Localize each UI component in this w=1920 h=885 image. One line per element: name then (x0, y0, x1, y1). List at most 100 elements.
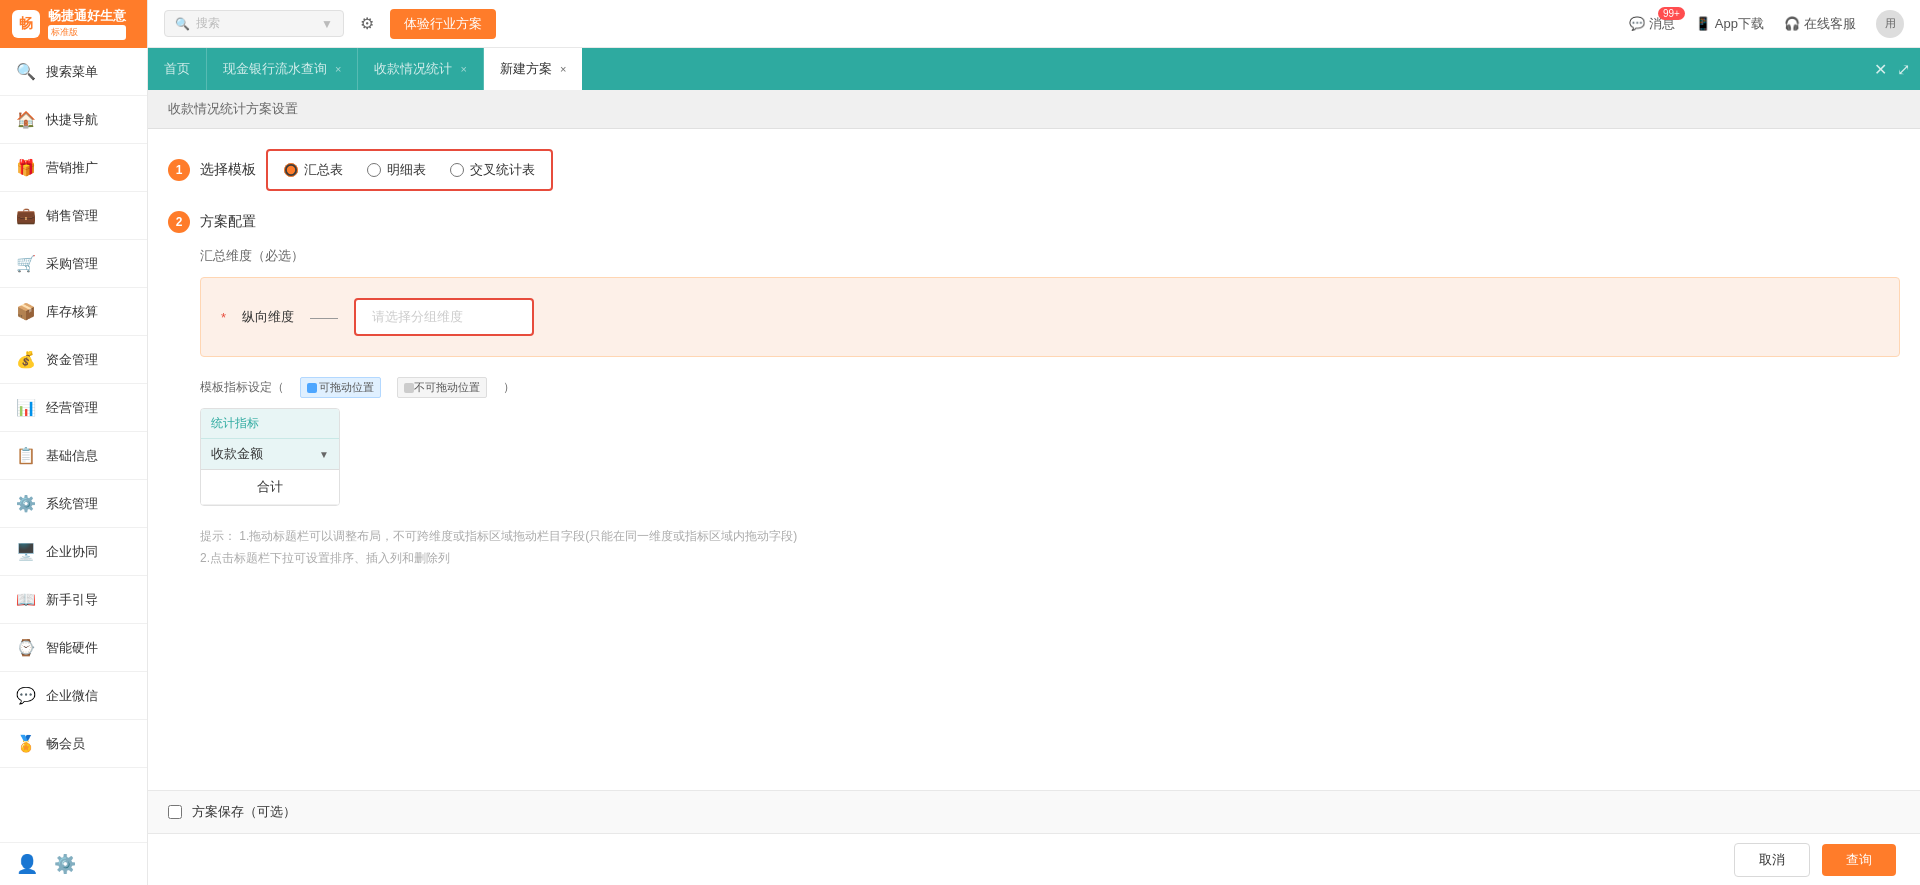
sidebar-item-marketing[interactable]: 🎁 营销推广 (0, 144, 147, 192)
search-icon-header: 🔍 (175, 17, 190, 31)
online-service-label: 在线客服 (1804, 15, 1856, 33)
step2-section: 2 方案配置 汇总维度（必选） * 纵向维度 —— 请选择分组维度 (168, 211, 1900, 569)
gear-button[interactable]: ⚙ (360, 14, 374, 33)
sidebar-item-operation[interactable]: 📊 经营管理 (0, 384, 147, 432)
collab-icon: 🖥️ (16, 542, 36, 561)
message-action[interactable]: 💬 消息 99+ (1629, 15, 1675, 33)
gift-icon: 🎁 (16, 158, 36, 177)
tab-bank-flow-close[interactable]: × (335, 63, 341, 75)
sidebar-item-sales[interactable]: 💼 销售管理 (0, 192, 147, 240)
window-maximize-btn[interactable]: ⤢ (1897, 60, 1910, 79)
metrics-section: 模板指标设定（ 可拖动位置 不可拖动位置 ） (200, 377, 1900, 506)
sidebar-label-finance: 资金管理 (46, 351, 98, 369)
member-icon: 🏅 (16, 734, 36, 753)
step2-header: 2 方案配置 (168, 211, 1900, 233)
tab-bank-flow[interactable]: 现金银行流水查询 × (207, 48, 358, 90)
radio-detail[interactable]: 明细表 (367, 161, 426, 179)
sidebar-label-purchase: 采购管理 (46, 255, 98, 273)
metrics-table: 统计指标 收款金额 ▼ 合计 (200, 408, 1900, 506)
save-label[interactable]: 方案保存（可选） (192, 803, 296, 821)
dropdown-arrow-icon[interactable]: ▼ (319, 449, 329, 460)
operation-icon: 📊 (16, 398, 36, 417)
tab-new-plan-label: 新建方案 (500, 60, 552, 78)
app-icon: 📱 (1695, 16, 1711, 31)
save-section: 方案保存（可选） (148, 790, 1920, 833)
sidebar-label-search: 搜索菜单 (46, 63, 98, 81)
dim-placeholder-text: 请选择分组维度 (372, 309, 463, 324)
industry-btn[interactable]: 体验行业方案 (390, 9, 496, 39)
sidebar-item-system[interactable]: ⚙️ 系统管理 (0, 480, 147, 528)
tab-collection-stat[interactable]: 收款情况统计 × (358, 48, 483, 90)
purchase-icon: 🛒 (16, 254, 36, 273)
sidebar-item-collab[interactable]: 🖥️ 企业协同 (0, 528, 147, 576)
logo-main-text: 畅捷通好生意 (48, 8, 126, 24)
sidebar-label-inventory: 库存核算 (46, 303, 98, 321)
radio-summary-input[interactable] (284, 163, 298, 177)
logo-badge: 标准版 (48, 25, 126, 40)
sidebar-item-hardware[interactable]: ⌚ 智能硬件 (0, 624, 147, 672)
tab-home-label: 首页 (164, 60, 190, 78)
tab-new-plan[interactable]: 新建方案 × (484, 48, 582, 90)
draggable-tag: 可拖动位置 (300, 377, 381, 398)
sidebar-item-purchase[interactable]: 🛒 采购管理 (0, 240, 147, 288)
page-breadcrumb: 收款情况统计方案设置 (148, 90, 1920, 129)
cancel-button[interactable]: 取消 (1734, 843, 1810, 877)
logo-icon: 畅 (12, 10, 40, 38)
sidebar-bottom-icon2[interactable]: ⚙️ (54, 853, 76, 875)
radio-summary[interactable]: 汇总表 (284, 161, 343, 179)
metrics-config-label: 模板指标设定（ (200, 379, 284, 396)
tab-collection-stat-close[interactable]: × (460, 63, 466, 75)
sidebar-bottom-icon1[interactable]: 👤 (16, 853, 38, 875)
header-search-box[interactable]: 🔍 搜索 ▼ (164, 10, 344, 37)
stats-box-header: 统计指标 (201, 409, 339, 439)
window-close-btn[interactable]: ✕ (1874, 60, 1887, 79)
online-service-action[interactable]: 🎧 在线客服 (1784, 15, 1856, 33)
sidebar-label-member: 畅会员 (46, 735, 85, 753)
step2-num: 2 (168, 211, 190, 233)
finance-icon: 💰 (16, 350, 36, 369)
tab-home[interactable]: 首页 (148, 48, 207, 90)
tab-new-plan-close[interactable]: × (560, 63, 566, 75)
sidebar-logo: 畅 畅捷通好生意 标准版 (0, 0, 147, 48)
sidebar-label-system: 系统管理 (46, 495, 98, 513)
sidebar-item-newbie[interactable]: 📖 新手引导 (0, 576, 147, 624)
inventory-icon: 📦 (16, 302, 36, 321)
tip-2: 2.点击标题栏下拉可设置排序、插入列和删除列 (200, 548, 1900, 570)
user-avatar[interactable]: 用 (1876, 10, 1904, 38)
sidebar-label-basic: 基础信息 (46, 447, 98, 465)
step1-title: 选择模板 (200, 161, 256, 179)
radio-summary-label: 汇总表 (304, 161, 343, 179)
metrics-col-header[interactable]: 收款金额 ▼ (201, 439, 339, 470)
tip-1: 提示： 1.拖动标题栏可以调整布局，不可跨维度或指标区域拖动栏目字段(只能在同一… (200, 526, 1900, 548)
sidebar-item-basic[interactable]: 📋 基础信息 (0, 432, 147, 480)
radio-detail-input[interactable] (367, 163, 381, 177)
sidebar-item-search[interactable]: 🔍 搜索菜单 (0, 48, 147, 96)
sidebar-item-quick-nav[interactable]: 🏠 快捷导航 (0, 96, 147, 144)
step2-body: 汇总维度（必选） * 纵向维度 —— 请选择分组维度 (168, 247, 1900, 569)
tab-bank-flow-label: 现金银行流水查询 (223, 60, 327, 78)
sidebar-item-inventory[interactable]: 📦 库存核算 (0, 288, 147, 336)
hardware-icon: ⌚ (16, 638, 36, 657)
sidebar-label-operation: 经营管理 (46, 399, 98, 417)
sidebar-item-member[interactable]: 🏅 畅会员 (0, 720, 147, 768)
wechat-icon: 💬 (16, 686, 36, 705)
sidebar-item-wechat[interactable]: 💬 企业微信 (0, 672, 147, 720)
save-checkbox[interactable] (168, 805, 182, 819)
non-draggable-tag: 不可拖动位置 (397, 377, 487, 398)
query-button[interactable]: 查询 (1822, 844, 1896, 876)
main-content: 🔍 搜索 ▼ ⚙ 体验行业方案 💬 消息 99+ 📱 App下载 🎧 在线客服 … (148, 0, 1920, 885)
dimension-selector[interactable]: 请选择分组维度 (354, 298, 534, 336)
dimension-row: * 纵向维度 —— 请选择分组维度 (221, 298, 1879, 336)
sidebar-item-finance[interactable]: 💰 资金管理 (0, 336, 147, 384)
sales-icon: 💼 (16, 206, 36, 225)
radio-cross[interactable]: 交叉统计表 (450, 161, 535, 179)
page-body: 1 选择模板 汇总表 明细表 交叉统计表 (148, 129, 1920, 790)
step1-header: 1 选择模板 汇总表 明细表 交叉统计表 (168, 149, 1900, 191)
radio-cross-input[interactable] (450, 163, 464, 177)
search-icon: 🔍 (16, 62, 36, 81)
app-download-action[interactable]: 📱 App下载 (1695, 15, 1764, 33)
sidebar-bottom: 👤 ⚙️ (0, 842, 147, 885)
sidebar-label-sales: 销售管理 (46, 207, 98, 225)
breadcrumb-text: 收款情况统计方案设置 (168, 101, 298, 116)
tabs-window-btns: ✕ ⤢ (1864, 48, 1920, 90)
